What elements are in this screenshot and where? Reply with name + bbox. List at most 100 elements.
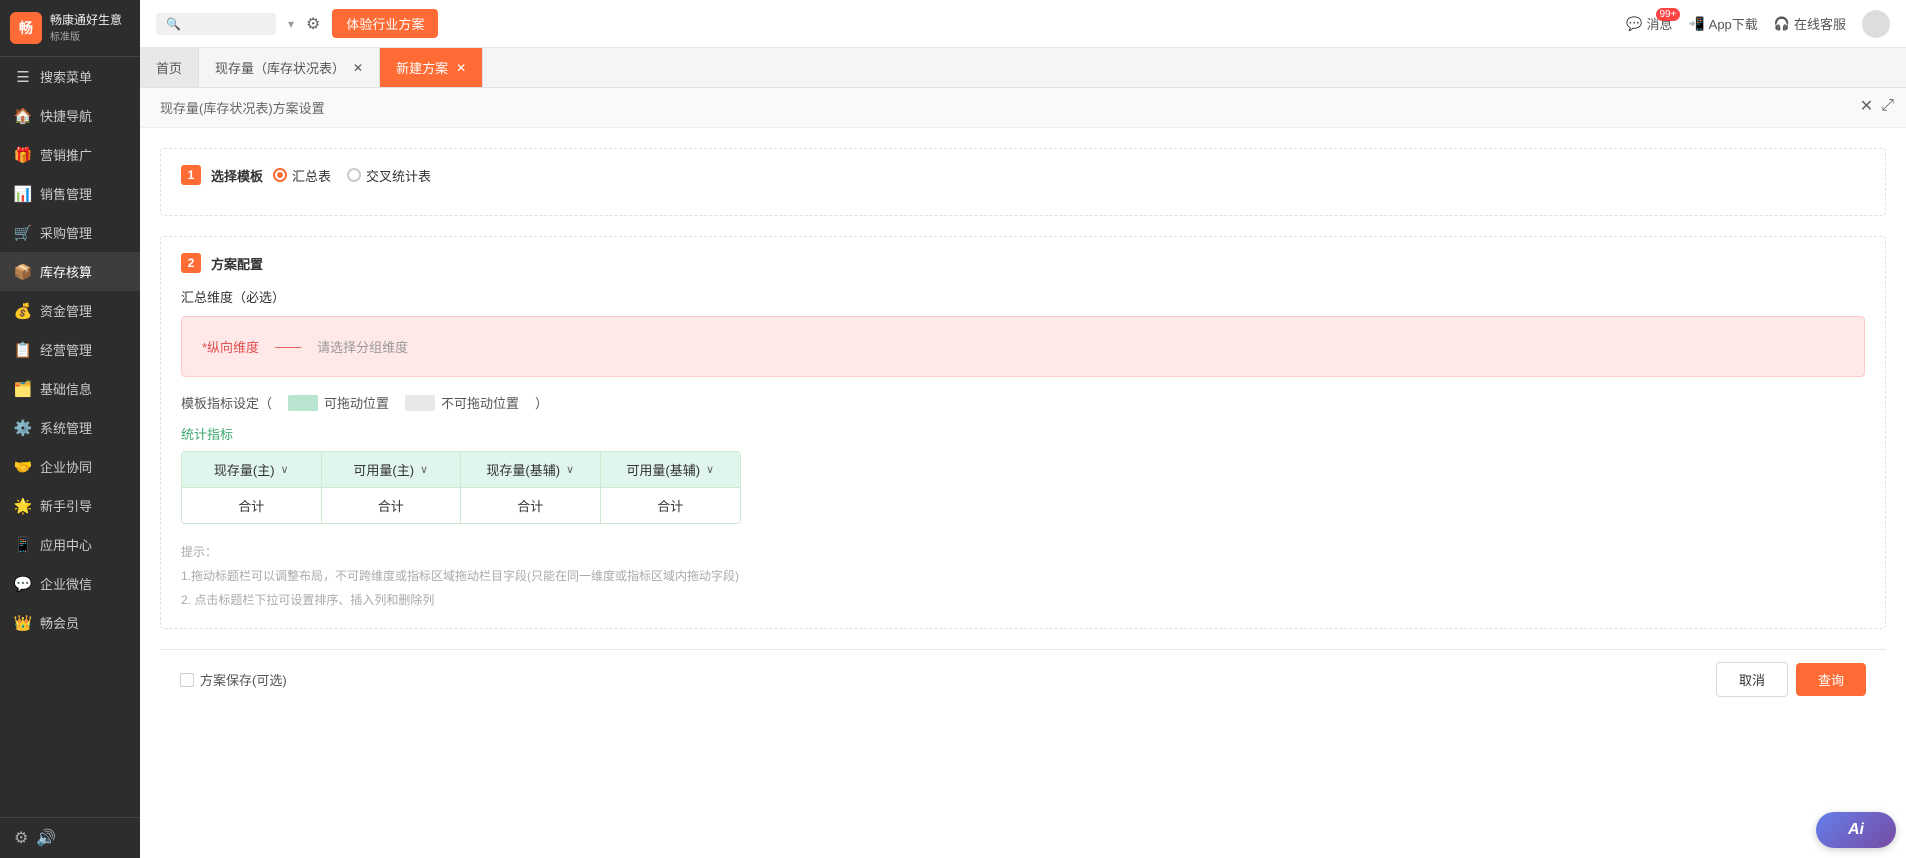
trial-industry-button[interactable]: 体验行业方案 (332, 9, 438, 38)
user-profile[interactable] (1862, 10, 1890, 38)
tab-new-plan-close[interactable]: ✕ (456, 61, 466, 75)
stats-cell-1-1: 合计 (182, 488, 322, 523)
sidebar-item-label: 快捷导航 (40, 106, 92, 125)
sidebar-item-label: 采购管理 (40, 223, 92, 242)
app-name: 畅康通好生意 (50, 13, 122, 29)
stats-table-header: 现存量(主) ∨ 可用量(主) ∨ 现存量(基辅) ∨ (182, 452, 740, 487)
save-checkbox-text: 方案保存(可选) (200, 670, 287, 689)
ai-badge-label: Ai (1848, 821, 1864, 839)
radio-crosstab[interactable]: 交叉统计表 (347, 166, 431, 185)
stats-section-label: 统计指标 (181, 424, 1865, 443)
save-checkbox-label[interactable]: 方案保存(可选) (180, 670, 287, 689)
sidebar-item-operations[interactable]: 📋 经营管理 (0, 330, 140, 369)
topbar-search-box[interactable]: 🔍 (156, 13, 276, 35)
app-download-icon: 📲 (1688, 16, 1704, 32)
stats-cell-1-2: 合计 (322, 488, 462, 523)
topbar-chevron-icon[interactable]: ▾ (288, 17, 294, 31)
template-indicator: 模板指标设定（ 可拖动位置 不可拖动位置 ） (181, 393, 1865, 412)
dialog-expand-button[interactable]: ⤢ (1881, 97, 1894, 115)
sidebar-scroll: ☰ 搜索菜单 🏠 快捷导航 🎁 营销推广 📊 销售管理 🛒 采购管理 📦 库存核… (0, 57, 140, 817)
tab-inventory-status[interactable]: 现存量（库存状况表） ✕ (199, 48, 380, 87)
template-indicator-label: 模板指标设定（ (181, 393, 272, 412)
headset-icon: 🎧 (1774, 16, 1790, 32)
sidebar-item-finance[interactable]: 💰 资金管理 (0, 291, 140, 330)
wechat-icon: 💬 (14, 575, 32, 593)
col1-chevron[interactable]: ∨ (281, 463, 289, 476)
col4-chevron[interactable]: ∨ (706, 463, 714, 476)
sidebar-item-wechat[interactable]: 💬 企业微信 (0, 564, 140, 603)
marketing-icon: 🎁 (14, 146, 32, 164)
topbar-settings-icon[interactable]: ⚙ (306, 14, 320, 34)
radio-crosstab-label: 交叉统计表 (366, 166, 431, 185)
sidebar-item-label: 系统管理 (40, 418, 92, 437)
stats-col-header-4[interactable]: 可用量(基辅) ∨ (601, 452, 741, 487)
tip2: 2. 点击标题栏下拉可设置排序、插入列和删除列 (181, 588, 1865, 612)
message-badge[interactable]: 💬 消息 99+ (1626, 14, 1672, 33)
stats-col-header-2[interactable]: 可用量(主) ∨ (322, 452, 462, 487)
dimension-required-box[interactable]: *纵向维度 —— 请选择分组维度 (181, 316, 1865, 377)
sidebar-item-label: 销售管理 (40, 184, 92, 203)
sidebar: 畅 畅康通好生意 标准版 ☰ 搜索菜单 🏠 快捷导航 🎁 营销推广 📊 销售管理… (0, 0, 140, 858)
newguide-icon: 🌟 (14, 497, 32, 515)
stats-col-header-1[interactable]: 现存量(主) ∨ (182, 452, 322, 487)
col3-chevron[interactable]: ∨ (566, 463, 574, 476)
sidebar-item-label: 企业微信 (40, 574, 92, 593)
step2-title: 方案配置 (211, 254, 263, 273)
radio-summary[interactable]: 汇总表 (273, 166, 331, 185)
no-drag-indicator: 不可拖动位置 (405, 393, 519, 412)
online-service-label: 在线客服 (1794, 14, 1846, 33)
dimension-label: 汇总维度（必选） (181, 287, 1865, 306)
operations-icon: 📋 (14, 341, 32, 359)
col3-label: 现存量(基辅) (486, 460, 560, 479)
sidebar-item-sysadmin[interactable]: ⚙️ 系统管理 (0, 408, 140, 447)
stats-col-header-3[interactable]: 现存量(基辅) ∨ (461, 452, 601, 487)
speaker-footer-icon[interactable]: 🔊 (36, 828, 56, 848)
sidebar-item-marketing[interactable]: 🎁 营销推广 (0, 135, 140, 174)
tip1: 1.拖动标题栏可以调整布局，不可跨维度或指标区域拖动栏目字段(只能在同一维度或指… (181, 564, 1865, 588)
dialog-close-button[interactable]: ✕ (1860, 96, 1873, 116)
app-logo-icon: 畅 (10, 12, 42, 44)
sidebar-item-enterprise[interactable]: 🤝 企业协同 (0, 447, 140, 486)
sidebar-item-purchase[interactable]: 🛒 采购管理 (0, 213, 140, 252)
sidebar-item-label: 新手引导 (40, 496, 92, 515)
online-service-link[interactable]: 🎧 在线客服 (1774, 14, 1846, 33)
tab-inventory-status-close[interactable]: ✕ (353, 61, 363, 75)
tips-section: 提示： 1.拖动标题栏可以调整布局，不可跨维度或指标区域拖动栏目字段(只能在同一… (181, 540, 1865, 612)
sidebar-item-search-menu[interactable]: ☰ 搜索菜单 (0, 57, 140, 96)
finance-icon: 💰 (14, 302, 32, 320)
col2-chevron[interactable]: ∨ (420, 463, 428, 476)
dialog-topbtns: ✕ ⤢ (1848, 88, 1906, 124)
app-download-link[interactable]: 📲 App下载 (1688, 14, 1757, 33)
sysadmin-icon: ⚙️ (14, 419, 32, 437)
sidebar-logo: 畅 畅康通好生意 标准版 (0, 0, 140, 57)
search-input[interactable] (185, 17, 265, 31)
shortcut-icon: 🏠 (14, 107, 32, 125)
message-count: 99+ (1656, 8, 1681, 21)
sidebar-item-label: 搜索菜单 (40, 67, 92, 86)
stats-table: 现存量(主) ∨ 可用量(主) ∨ 现存量(基辅) ∨ (181, 451, 741, 524)
cancel-button[interactable]: 取消 (1716, 662, 1788, 697)
tab-home[interactable]: 首页 (140, 48, 199, 87)
settings-footer-icon[interactable]: ⚙ (14, 828, 28, 848)
sidebar-item-shortcut[interactable]: 🏠 快捷导航 (0, 96, 140, 135)
radio-summary-dot (273, 168, 287, 182)
no-drag-box (405, 395, 435, 411)
message-icon: 💬 (1626, 16, 1642, 32)
search-menu-icon: ☰ (14, 68, 32, 86)
sidebar-footer: ⚙ 🔊 (0, 817, 140, 858)
save-checkbox-box[interactable] (180, 673, 194, 687)
bottom-bar: 方案保存(可选) 取消 查询 (160, 649, 1886, 709)
tab-new-plan[interactable]: 新建方案 ✕ (380, 48, 483, 87)
sidebar-item-appcenter[interactable]: 📱 应用中心 (0, 525, 140, 564)
ai-badge[interactable]: Ai (1816, 812, 1896, 848)
sidebar-item-member[interactable]: 👑 畅会员 (0, 603, 140, 642)
sales-icon: 📊 (14, 185, 32, 203)
topbar-right: 💬 消息 99+ 📲 App下载 🎧 在线客服 (1626, 10, 1890, 38)
sidebar-item-sales[interactable]: 📊 销售管理 (0, 174, 140, 213)
sidebar-item-newguide[interactable]: 🌟 新手引导 (0, 486, 140, 525)
page-title: 现存量(库存状况表)方案设置 (160, 101, 325, 116)
sidebar-item-basicinfo[interactable]: 🗂️ 基础信息 (0, 369, 140, 408)
sidebar-item-inventory[interactable]: 📦 库存核算 (0, 252, 140, 291)
query-button[interactable]: 查询 (1796, 663, 1866, 696)
stats-cell-1-3: 合计 (461, 488, 601, 523)
